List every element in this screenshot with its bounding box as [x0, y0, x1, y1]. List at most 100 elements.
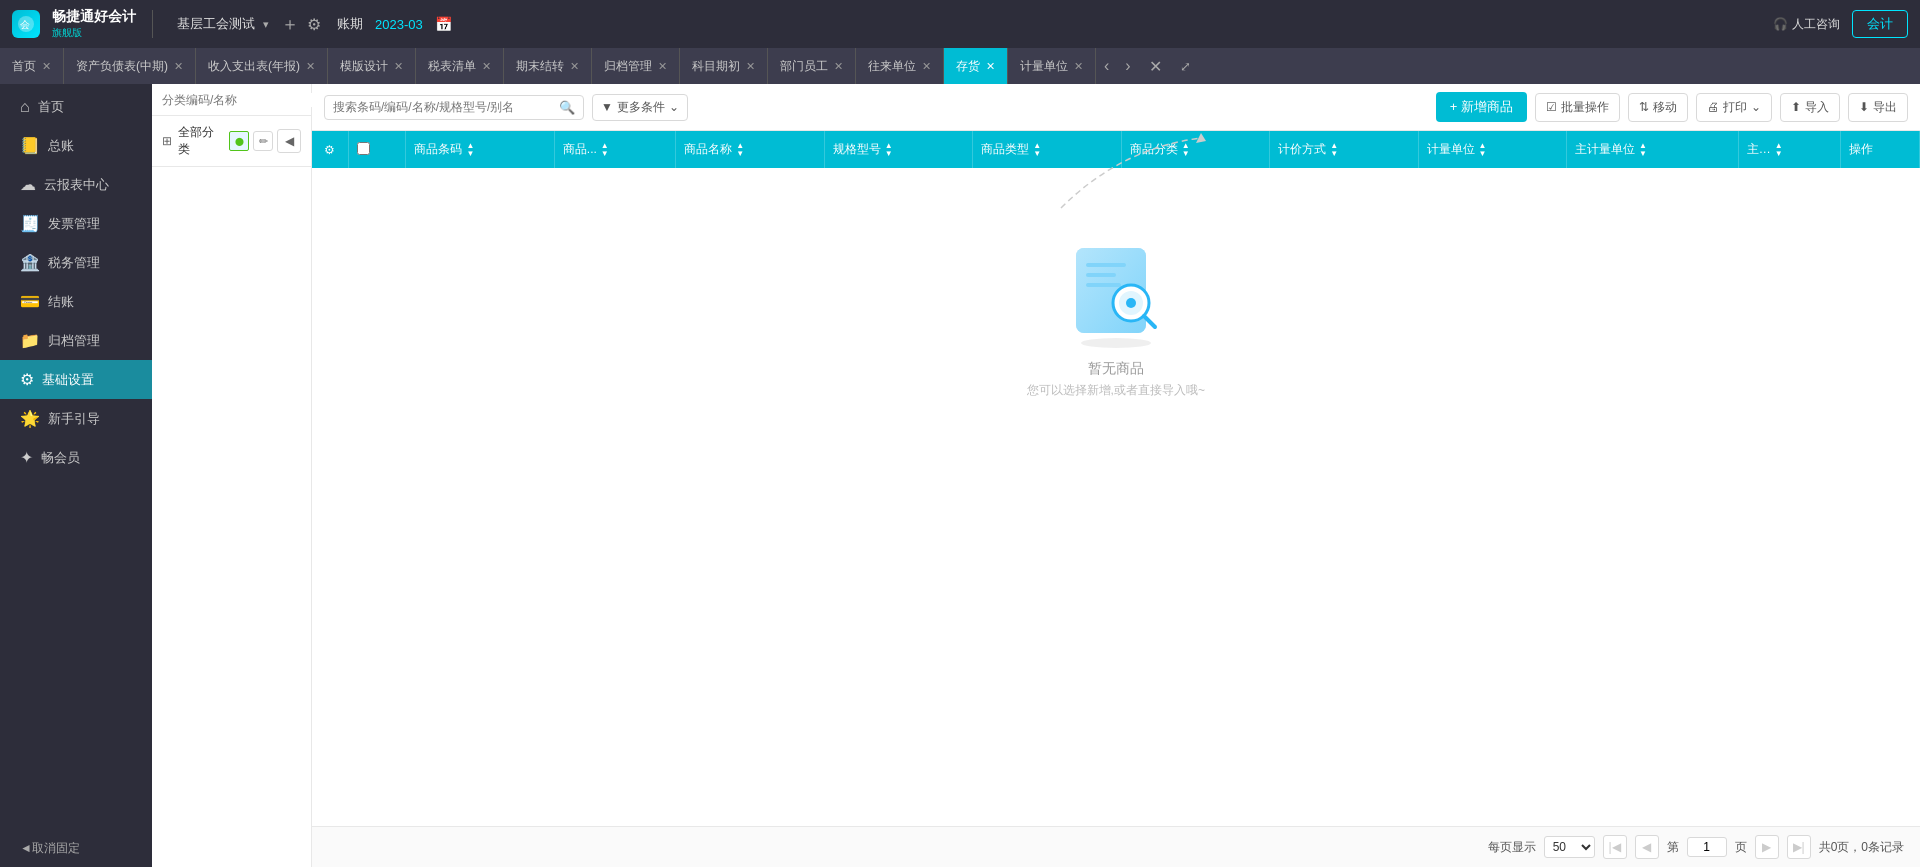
next-page-button[interactable]: ▶: [1755, 835, 1779, 859]
print-button[interactable]: 🖨 打印 ⌄: [1696, 93, 1772, 122]
tab-close-icon[interactable]: ✕: [42, 60, 51, 73]
export-label: 导出: [1873, 99, 1897, 116]
sidebar-item-settings[interactable]: ⚙ 基础设置: [0, 360, 152, 399]
th-type-label: 商品类型: [981, 141, 1029, 158]
empty-state: 暂无商品 您可以选择新增,或者直接导入哦~: [312, 168, 1920, 459]
filter-label: 更多条件: [617, 99, 665, 116]
empty-illustration: [1051, 228, 1181, 348]
add-tab-icon[interactable]: ＋: [281, 12, 299, 36]
tab-contacts[interactable]: 往来单位 ✕: [856, 48, 944, 84]
category-search-input[interactable]: [162, 93, 312, 107]
tab-period-transfer[interactable]: 期末结转 ✕: [504, 48, 592, 84]
th-unit[interactable]: 计量单位 ▲▼: [1418, 131, 1566, 168]
sidebar-item-home[interactable]: ⌂ 首页: [0, 88, 152, 126]
sidebar-item-guide[interactable]: 🌟 新手引导: [0, 399, 152, 438]
sidebar-unpin-button[interactable]: ◄取消固定: [0, 830, 152, 867]
sort-icon[interactable]: ▲▼: [736, 142, 744, 158]
service-button[interactable]: 🎧 人工咨询: [1773, 16, 1840, 33]
tab-close-icon[interactable]: ✕: [834, 60, 843, 73]
sort-icon[interactable]: ▲▼: [1479, 142, 1487, 158]
page-number-input[interactable]: [1687, 837, 1727, 857]
th-extra[interactable]: 主… ▲▼: [1738, 131, 1840, 168]
company-dropdown-icon[interactable]: ▾: [263, 18, 269, 31]
tab-expand-icon[interactable]: ⤢: [1172, 59, 1199, 74]
th-sku[interactable]: 商品... ▲▼: [554, 131, 675, 168]
sidebar-item-member[interactable]: ✦ 畅会员: [0, 438, 152, 477]
tab-inventory[interactable]: 存货 ✕: [944, 48, 1008, 84]
tab-close-icon[interactable]: ✕: [986, 60, 995, 73]
sidebar-item-ledger[interactable]: 📒 总账: [0, 126, 152, 165]
sort-icon[interactable]: ▲▼: [466, 142, 474, 158]
close-all-tabs-icon[interactable]: ✕: [1139, 48, 1172, 84]
tab-close-icon[interactable]: ✕: [658, 60, 667, 73]
pagination-bar: 每页显示 50 100 200 |◀ ◀ 第 页 ▶ ▶| 共0页，0条记录: [312, 826, 1920, 867]
settings-icon[interactable]: ⚙: [307, 15, 321, 34]
tab-income-statement[interactable]: 收入支出表(年报) ✕: [196, 48, 328, 84]
th-spec[interactable]: 规格型号 ▲▼: [824, 131, 972, 168]
company-name: 基层工会测试: [177, 15, 255, 33]
batch-label: 批量操作: [1561, 99, 1609, 116]
category-search-area: 🔍: [152, 84, 311, 116]
th-barcode[interactable]: 商品条码 ▲▼: [406, 131, 554, 168]
settings-nav-icon: ⚙: [20, 370, 34, 389]
th-price-method[interactable]: 计价方式 ▲▼: [1270, 131, 1418, 168]
sort-icon[interactable]: ▲▼: [1639, 142, 1647, 158]
tab-close-icon[interactable]: ✕: [482, 60, 491, 73]
batch-operation-button[interactable]: ☑ 批量操作: [1535, 93, 1620, 122]
sort-icon[interactable]: ▲▼: [601, 142, 609, 158]
tab-close-icon[interactable]: ✕: [922, 60, 931, 73]
tab-balance-sheet[interactable]: 资产负债表(中期) ✕: [64, 48, 196, 84]
search-icon[interactable]: 🔍: [559, 100, 575, 115]
th-price-method-label: 计价方式: [1278, 141, 1326, 158]
collapse-panel-icon[interactable]: ◀: [277, 129, 301, 153]
tab-bar: 首页 ✕ 资产负债表(中期) ✕ 收入支出表(年报) ✕ 模版设计 ✕ 税表清单…: [0, 48, 1920, 84]
export-button[interactable]: ⬇ 导出: [1848, 93, 1908, 122]
tab-close-icon[interactable]: ✕: [746, 60, 755, 73]
print-dropdown-icon: ⌄: [1751, 100, 1761, 114]
last-page-button[interactable]: ▶|: [1787, 835, 1811, 859]
th-main-unit[interactable]: 主计量单位 ▲▼: [1567, 131, 1739, 168]
sidebar-item-checkout[interactable]: 💳 结账: [0, 282, 152, 321]
sort-icon[interactable]: ▲▼: [1775, 142, 1783, 158]
edit-category-icon[interactable]: ✏: [253, 131, 273, 151]
tab-template-design[interactable]: 模版设计 ✕: [328, 48, 416, 84]
sort-icon[interactable]: ▲▼: [885, 142, 893, 158]
user-role-button[interactable]: 会计: [1852, 10, 1908, 38]
tab-close-icon[interactable]: ✕: [306, 60, 315, 73]
th-settings[interactable]: ⚙: [312, 131, 348, 168]
first-page-button[interactable]: |◀: [1603, 835, 1627, 859]
per-page-select[interactable]: 50 100 200: [1544, 836, 1595, 858]
period-value: 2023-03: [375, 17, 423, 32]
tab-next-icon[interactable]: ›: [1117, 48, 1138, 84]
prev-page-button[interactable]: ◀: [1635, 835, 1659, 859]
tab-close-icon[interactable]: ✕: [1074, 60, 1083, 73]
th-actions: 操作: [1840, 131, 1919, 168]
tab-unit[interactable]: 计量单位 ✕: [1008, 48, 1096, 84]
more-filter-button[interactable]: ▼ 更多条件 ⌄: [592, 94, 688, 121]
header-right: 🎧 人工咨询 会计: [1773, 10, 1908, 38]
tab-prev-icon[interactable]: ‹: [1096, 48, 1117, 84]
sort-icon[interactable]: ▲▼: [1330, 142, 1338, 158]
tab-homepage[interactable]: 首页 ✕: [0, 48, 64, 84]
tab-archive[interactable]: 归档管理 ✕: [592, 48, 680, 84]
sidebar-item-cloud-report[interactable]: ☁ 云报表中心: [0, 165, 152, 204]
tab-close-icon[interactable]: ✕: [394, 60, 403, 73]
tab-close-icon[interactable]: ✕: [570, 60, 579, 73]
ledger-icon: 📒: [20, 136, 40, 155]
sidebar-item-archive[interactable]: 📁 归档管理: [0, 321, 152, 360]
tab-tax-list[interactable]: 税表清单 ✕: [416, 48, 504, 84]
th-checkbox[interactable]: [348, 131, 406, 168]
sidebar-item-invoice[interactable]: 🧾 发票管理: [0, 204, 152, 243]
add-product-button[interactable]: + 新增商品: [1436, 92, 1527, 122]
tab-department[interactable]: 部门员工 ✕: [768, 48, 856, 84]
tab-close-icon[interactable]: ✕: [174, 60, 183, 73]
select-all-checkbox[interactable]: [357, 142, 370, 155]
product-search-input[interactable]: [333, 100, 553, 114]
sidebar-item-tax[interactable]: 🏦 税务管理: [0, 243, 152, 282]
th-name[interactable]: 商品名称 ▲▼: [676, 131, 824, 168]
print-icon: 🖨: [1707, 100, 1719, 114]
calendar-icon[interactable]: 📅: [435, 16, 452, 32]
tab-subject-init[interactable]: 科目期初 ✕: [680, 48, 768, 84]
import-button[interactable]: ⬆ 导入: [1780, 93, 1840, 122]
move-button[interactable]: ⇅ 移动: [1628, 93, 1688, 122]
